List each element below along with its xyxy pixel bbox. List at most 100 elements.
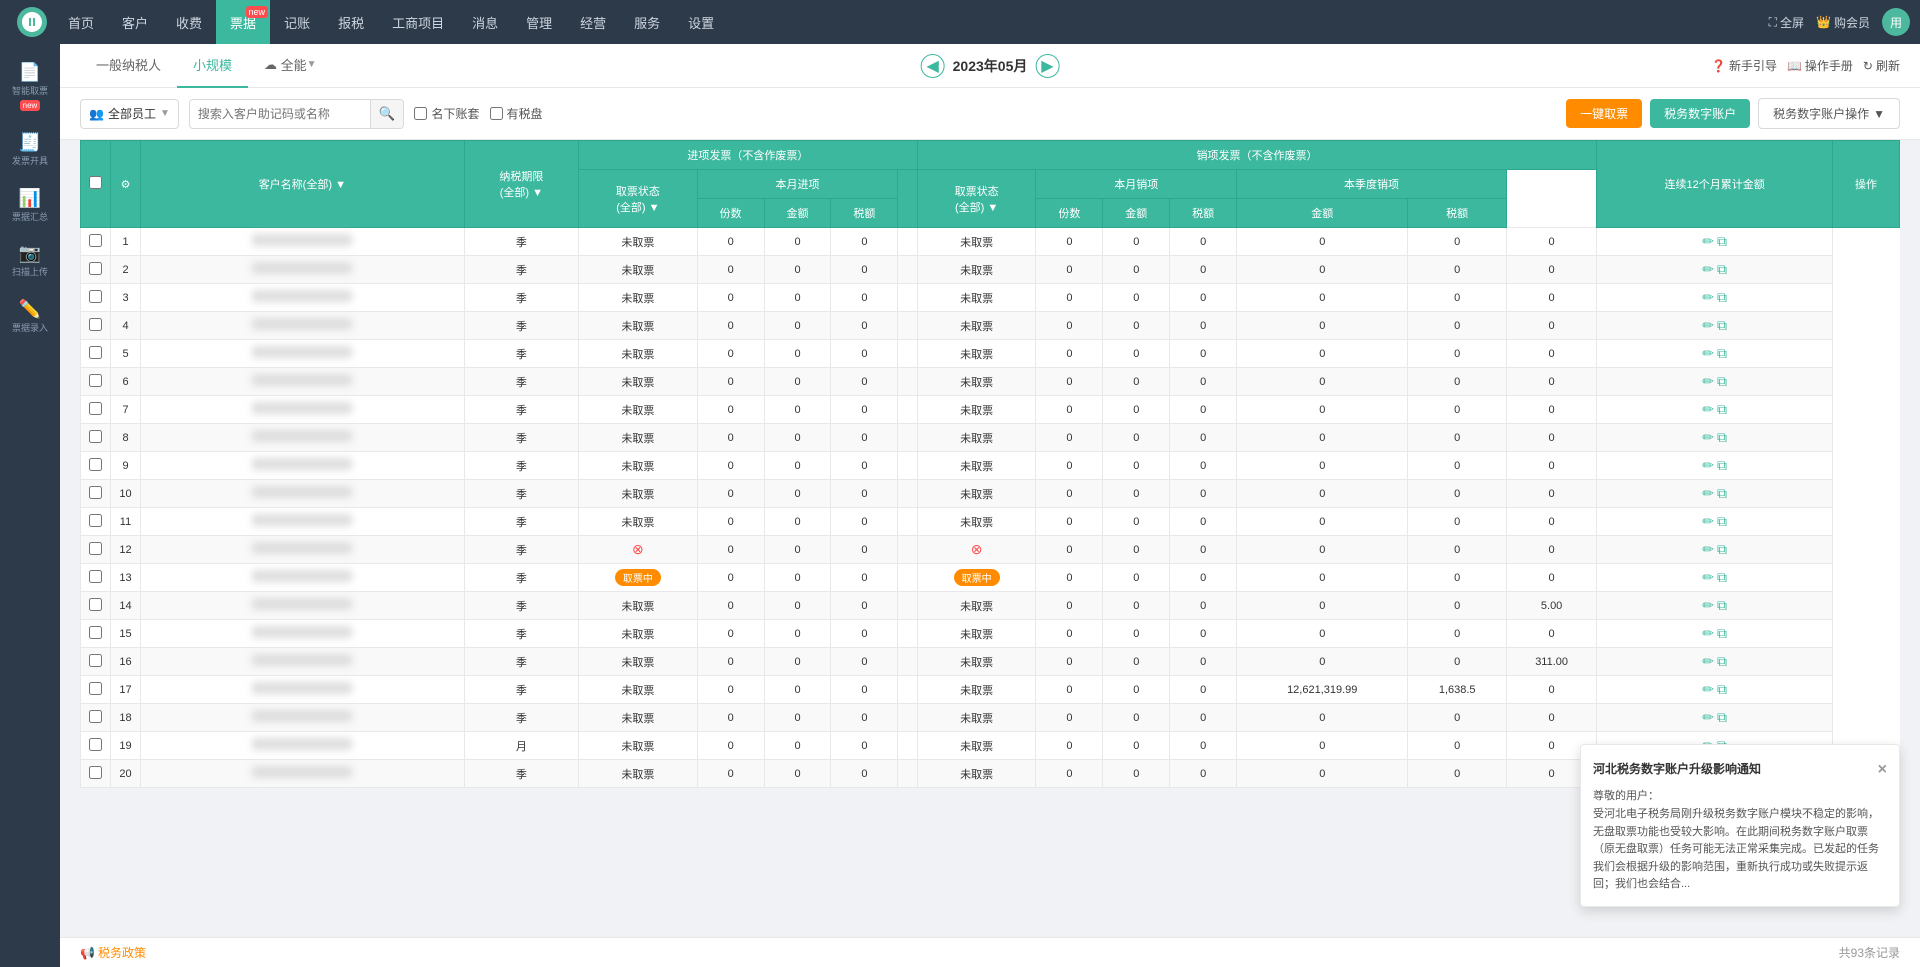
copy-icon[interactable]: ⧉ xyxy=(1717,429,1727,445)
edit-icon[interactable]: ✏ xyxy=(1702,289,1714,305)
row-checkbox[interactable] xyxy=(89,234,102,247)
tab-all-capability[interactable]: ☁ 全能 ▼ xyxy=(248,44,333,88)
edit-icon[interactable]: ✏ xyxy=(1702,317,1714,333)
copy-icon[interactable]: ⧉ xyxy=(1717,569,1727,585)
row-checkbox-cell[interactable] xyxy=(81,256,111,284)
th-tax-period[interactable]: 纳税期限(全部) ▼ xyxy=(464,141,578,228)
search-button[interactable]: 🔍 xyxy=(370,100,404,128)
nav-accounting[interactable]: 记账 xyxy=(270,0,324,44)
next-month-btn[interactable]: ▶ xyxy=(1035,54,1059,78)
nav-settings[interactable]: 设置 xyxy=(674,0,728,44)
th-out-status[interactable]: 取票状态(全部) ▼ xyxy=(917,170,1036,228)
sub-account-check[interactable] xyxy=(414,107,427,120)
row-checkbox-cell[interactable] xyxy=(81,704,111,732)
row-checkbox[interactable] xyxy=(89,402,102,415)
row-checkbox-cell[interactable] xyxy=(81,760,111,788)
row-checkbox-cell[interactable] xyxy=(81,508,111,536)
row-checkbox[interactable] xyxy=(89,626,102,639)
row-checkbox[interactable] xyxy=(89,738,102,751)
edit-icon[interactable]: ✏ xyxy=(1702,457,1714,473)
manual-btn[interactable]: 📖 操作手册 xyxy=(1787,57,1853,74)
row-checkbox-cell[interactable] xyxy=(81,452,111,480)
row-checkbox-cell[interactable] xyxy=(81,480,111,508)
row-checkbox-cell[interactable] xyxy=(81,312,111,340)
row-checkbox-cell[interactable] xyxy=(81,228,111,256)
row-checkbox[interactable] xyxy=(89,542,102,555)
copy-icon[interactable]: ⧉ xyxy=(1717,233,1727,249)
member-btn[interactable]: 👑 购会员 xyxy=(1816,14,1870,31)
nav-home[interactable]: 首页 xyxy=(54,0,108,44)
th-in-status[interactable]: 取票状态(全部) ▼ xyxy=(579,170,698,228)
nav-operation[interactable]: 经营 xyxy=(566,0,620,44)
prev-month-btn[interactable]: ◀ xyxy=(921,54,945,78)
row-checkbox-cell[interactable] xyxy=(81,340,111,368)
row-checkbox[interactable] xyxy=(89,570,102,583)
nav-service[interactable]: 服务 xyxy=(620,0,674,44)
row-checkbox[interactable] xyxy=(89,682,102,695)
row-checkbox-cell[interactable] xyxy=(81,732,111,760)
row-checkbox[interactable] xyxy=(89,514,102,527)
avatar[interactable]: 用 xyxy=(1882,8,1910,36)
copy-icon[interactable]: ⧉ xyxy=(1717,513,1727,529)
edit-icon[interactable]: ✏ xyxy=(1702,681,1714,697)
tax-disk-checkbox[interactable]: 有税盘 xyxy=(490,105,543,122)
row-checkbox-cell[interactable] xyxy=(81,564,111,592)
edit-icon[interactable]: ✏ xyxy=(1702,345,1714,361)
row-checkbox[interactable] xyxy=(89,654,102,667)
row-checkbox-cell[interactable] xyxy=(81,676,111,704)
refresh-btn[interactable]: ↻ 刷新 xyxy=(1863,57,1900,74)
nav-invoice[interactable]: 票据 new xyxy=(216,0,270,44)
sidebar-item-scan[interactable]: 📷 扫描上传 xyxy=(0,235,60,286)
row-checkbox-cell[interactable] xyxy=(81,368,111,396)
copy-icon[interactable]: ⧉ xyxy=(1717,653,1727,669)
nav-business[interactable]: 工商项目 xyxy=(378,0,458,44)
sidebar-item-smart-invoice[interactable]: 📄 智能取票 new xyxy=(0,54,60,119)
sidebar-item-record[interactable]: ✏️ 票据录入 xyxy=(0,291,60,342)
nav-tax[interactable]: 报税 xyxy=(324,0,378,44)
row-checkbox[interactable] xyxy=(89,766,102,779)
sidebar-item-open-invoice[interactable]: 🧾 发票开具 xyxy=(0,124,60,175)
edit-icon[interactable]: ✏ xyxy=(1702,401,1714,417)
row-checkbox[interactable] xyxy=(89,346,102,359)
tab-general-taxpayer[interactable]: 一般纳税人 xyxy=(80,44,177,88)
row-checkbox[interactable] xyxy=(89,598,102,611)
row-checkbox[interactable] xyxy=(89,430,102,443)
th-client-name[interactable]: 客户名称(全部) ▼ xyxy=(141,141,465,228)
edit-icon[interactable]: ✏ xyxy=(1702,261,1714,277)
row-checkbox-cell[interactable] xyxy=(81,592,111,620)
row-checkbox[interactable] xyxy=(89,290,102,303)
row-checkbox[interactable] xyxy=(89,262,102,275)
nav-message[interactable]: 消息 xyxy=(458,0,512,44)
select-all-checkbox[interactable] xyxy=(89,176,102,189)
sub-account-checkbox[interactable]: 名下账套 xyxy=(414,105,479,122)
copy-icon[interactable]: ⧉ xyxy=(1717,709,1727,725)
row-checkbox-cell[interactable] xyxy=(81,620,111,648)
digital-account-ops-btn[interactable]: 税务数字账户操作 ▼ xyxy=(1758,98,1900,129)
tax-disk-check[interactable] xyxy=(490,107,503,120)
edit-icon[interactable]: ✏ xyxy=(1702,653,1714,669)
copy-icon[interactable]: ⧉ xyxy=(1717,457,1727,473)
edit-icon[interactable]: ✏ xyxy=(1702,233,1714,249)
tab-small-scale[interactable]: 小规模 xyxy=(177,44,248,88)
copy-icon[interactable]: ⧉ xyxy=(1717,317,1727,333)
row-checkbox-cell[interactable] xyxy=(81,284,111,312)
tax-policy-link[interactable]: 📢 税务政策 xyxy=(80,944,146,961)
nav-manage[interactable]: 管理 xyxy=(512,0,566,44)
edit-icon[interactable]: ✏ xyxy=(1702,625,1714,641)
copy-icon[interactable]: ⧉ xyxy=(1717,541,1727,557)
copy-icon[interactable]: ⧉ xyxy=(1717,401,1727,417)
one-click-invoice-btn[interactable]: 一键取票 xyxy=(1566,99,1642,128)
new-guide-btn[interactable]: ❓ 新手引导 xyxy=(1711,57,1777,74)
sidebar-item-summary[interactable]: 📊 票据汇总 xyxy=(0,180,60,231)
copy-icon[interactable]: ⧉ xyxy=(1717,625,1727,641)
row-checkbox[interactable] xyxy=(89,710,102,723)
edit-icon[interactable]: ✏ xyxy=(1702,513,1714,529)
employee-filter[interactable]: 👥 全部员工 ▼ xyxy=(80,99,179,129)
nav-customer[interactable]: 客户 xyxy=(108,0,162,44)
copy-icon[interactable]: ⧉ xyxy=(1717,345,1727,361)
row-checkbox[interactable] xyxy=(89,486,102,499)
edit-icon[interactable]: ✏ xyxy=(1702,541,1714,557)
copy-icon[interactable]: ⧉ xyxy=(1717,485,1727,501)
search-input[interactable] xyxy=(190,103,370,125)
row-checkbox-cell[interactable] xyxy=(81,648,111,676)
